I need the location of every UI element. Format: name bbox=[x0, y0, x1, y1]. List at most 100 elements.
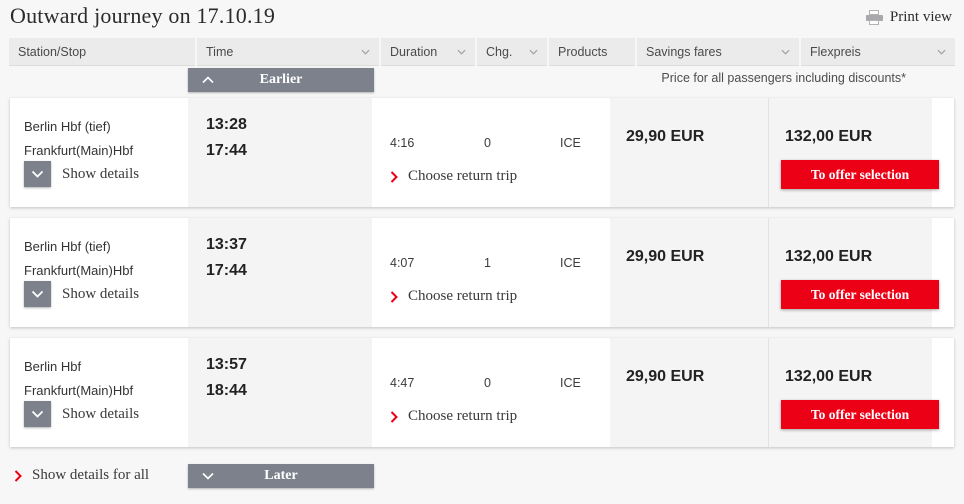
duration-value: 4:47 bbox=[390, 376, 415, 390]
cell-flexpreis: 132,00 EUR To offer selection bbox=[768, 98, 939, 207]
choose-return-trip-label: Choose return trip bbox=[408, 168, 518, 184]
show-details-toggle[interactable]: Show details bbox=[24, 161, 139, 187]
printer-icon bbox=[865, 10, 883, 25]
chevron-down-icon bbox=[24, 401, 51, 427]
column-header-products-label: Products bbox=[558, 45, 608, 59]
column-header-savings-fares[interactable]: Savings fares bbox=[637, 38, 801, 66]
cell-details: 4:47 0 ICE Choose return trip bbox=[372, 338, 610, 447]
show-details-toggle[interactable]: Show details bbox=[24, 401, 139, 427]
destination-station: Frankfurt(Main)Hbf bbox=[24, 383, 134, 398]
table-row[interactable]: Berlin Hbf (tief) Frankfurt(Main)Hbf Sho… bbox=[10, 218, 954, 327]
chevron-right-icon bbox=[390, 170, 398, 183]
later-button-label: Later bbox=[264, 468, 298, 483]
arrival-time: 17:44 bbox=[206, 262, 247, 279]
table-row[interactable]: Berlin Hbf (tief) Frankfurt(Main)Hbf Sho… bbox=[10, 98, 954, 207]
changes-value: 0 bbox=[484, 136, 491, 150]
chevron-down-icon bbox=[781, 49, 790, 55]
savings-price: 29,90 EUR bbox=[626, 368, 705, 385]
column-header-flexpreis[interactable]: Flexpreis bbox=[801, 38, 955, 66]
flex-price: 132,00 EUR bbox=[785, 368, 873, 385]
connection-list: Berlin Hbf (tief) Frankfurt(Main)Hbf Sho… bbox=[0, 98, 964, 447]
print-view-label: Print view bbox=[889, 9, 952, 25]
products-value: ICE bbox=[560, 136, 581, 150]
column-header-changes[interactable]: Chg. bbox=[477, 38, 549, 66]
column-header-duration[interactable]: Duration bbox=[381, 38, 477, 66]
later-button[interactable]: Later bbox=[188, 464, 374, 488]
column-header-station: Station/Stop bbox=[9, 38, 197, 66]
choose-return-trip-label: Choose return trip bbox=[408, 288, 518, 304]
show-details-label: Show details bbox=[62, 165, 140, 182]
savings-price: 29,90 EUR bbox=[626, 128, 705, 145]
flex-price: 132,00 EUR bbox=[785, 248, 873, 265]
to-offer-selection-button[interactable]: To offer selection bbox=[781, 280, 939, 309]
show-details-for-all-label: Show details for all bbox=[32, 467, 150, 483]
departure-time: 13:28 bbox=[206, 116, 247, 133]
cell-time: 13:57 18:44 bbox=[188, 338, 372, 447]
origin-station: Berlin Hbf (tief) bbox=[24, 239, 111, 254]
chevron-down-icon bbox=[361, 49, 370, 55]
duration-value: 4:16 bbox=[390, 136, 415, 150]
cell-details: 4:07 1 ICE Choose return trip bbox=[372, 218, 610, 327]
choose-return-trip-link[interactable]: Choose return trip bbox=[390, 288, 517, 305]
show-details-for-all-link[interactable]: Show details for all bbox=[14, 467, 149, 484]
cell-station: Berlin Hbf (tief) Frankfurt(Main)Hbf Sho… bbox=[10, 218, 188, 327]
price-note: Price for all passengers including disco… bbox=[661, 71, 906, 85]
chevron-right-icon bbox=[14, 469, 22, 482]
column-header-savings-fares-label: Savings fares bbox=[646, 45, 722, 59]
cell-savings-fare: 29,90 EUR bbox=[610, 338, 768, 447]
show-details-toggle[interactable]: Show details bbox=[24, 281, 139, 307]
cell-station: Berlin Hbf (tief) Frankfurt(Main)Hbf Sho… bbox=[10, 98, 188, 207]
destination-station: Frankfurt(Main)Hbf bbox=[24, 143, 134, 158]
products-value: ICE bbox=[560, 256, 581, 270]
arrival-time: 17:44 bbox=[206, 142, 247, 159]
savings-price: 29,90 EUR bbox=[626, 248, 705, 265]
cell-time: 13:37 17:44 bbox=[188, 218, 372, 327]
column-header-duration-label: Duration bbox=[390, 45, 438, 59]
page-footer: Show details for all Later bbox=[0, 458, 964, 500]
chevron-down-icon bbox=[937, 49, 946, 55]
chevron-up-icon bbox=[202, 76, 214, 84]
choose-return-trip-label: Choose return trip bbox=[408, 408, 518, 424]
to-offer-selection-button[interactable]: To offer selection bbox=[781, 400, 939, 429]
column-header-changes-label: Chg. bbox=[486, 45, 513, 59]
table-row[interactable]: Berlin Hbf Frankfurt(Main)Hbf Show detai… bbox=[10, 338, 954, 447]
column-header-time[interactable]: Time bbox=[197, 38, 381, 66]
show-details-label: Show details bbox=[62, 285, 140, 302]
chevron-right-icon bbox=[390, 410, 398, 423]
chevron-down-icon bbox=[529, 49, 538, 55]
choose-return-trip-link[interactable]: Choose return trip bbox=[390, 408, 517, 425]
departure-time: 13:37 bbox=[206, 236, 247, 253]
arrival-time: 18:44 bbox=[206, 382, 247, 399]
chevron-down-icon bbox=[202, 472, 214, 480]
origin-station: Berlin Hbf (tief) bbox=[24, 119, 111, 134]
column-header-time-label: Time bbox=[206, 45, 234, 59]
show-details-label: Show details bbox=[62, 405, 140, 422]
departure-time: 13:57 bbox=[206, 356, 247, 373]
to-offer-selection-button[interactable]: To offer selection bbox=[781, 160, 939, 189]
cell-flexpreis: 132,00 EUR To offer selection bbox=[768, 338, 939, 447]
origin-station: Berlin Hbf bbox=[24, 359, 82, 374]
cell-details: 4:16 0 ICE Choose return trip bbox=[372, 98, 610, 207]
cell-time: 13:28 17:44 bbox=[188, 98, 372, 207]
column-header-station-label: Station/Stop bbox=[18, 45, 87, 59]
cell-savings-fare: 29,90 EUR bbox=[610, 98, 768, 207]
cell-station: Berlin Hbf Frankfurt(Main)Hbf Show detai… bbox=[10, 338, 188, 447]
cell-flexpreis: 132,00 EUR To offer selection bbox=[768, 218, 939, 327]
changes-value: 1 bbox=[484, 256, 491, 270]
destination-station: Frankfurt(Main)Hbf bbox=[24, 263, 134, 278]
chevron-down-icon bbox=[24, 161, 51, 187]
cell-savings-fare: 29,90 EUR bbox=[610, 218, 768, 327]
flex-price: 132,00 EUR bbox=[785, 128, 873, 145]
changes-value: 0 bbox=[484, 376, 491, 390]
table-column-header: Station/Stop Time Duration Chg. Products… bbox=[0, 38, 964, 66]
earlier-strip: Earlier Price for all passengers includi… bbox=[0, 66, 964, 98]
earlier-button[interactable]: Earlier bbox=[188, 68, 374, 92]
print-view-button[interactable]: Print view bbox=[865, 9, 952, 26]
page-header: Outward journey on 17.10.19 Print view bbox=[0, 0, 964, 38]
chevron-down-icon bbox=[24, 281, 51, 307]
products-value: ICE bbox=[560, 376, 581, 390]
column-header-flexpreis-label: Flexpreis bbox=[810, 45, 861, 59]
choose-return-trip-link[interactable]: Choose return trip bbox=[390, 168, 517, 185]
column-header-products: Products bbox=[549, 38, 637, 66]
chevron-right-icon bbox=[390, 290, 398, 303]
